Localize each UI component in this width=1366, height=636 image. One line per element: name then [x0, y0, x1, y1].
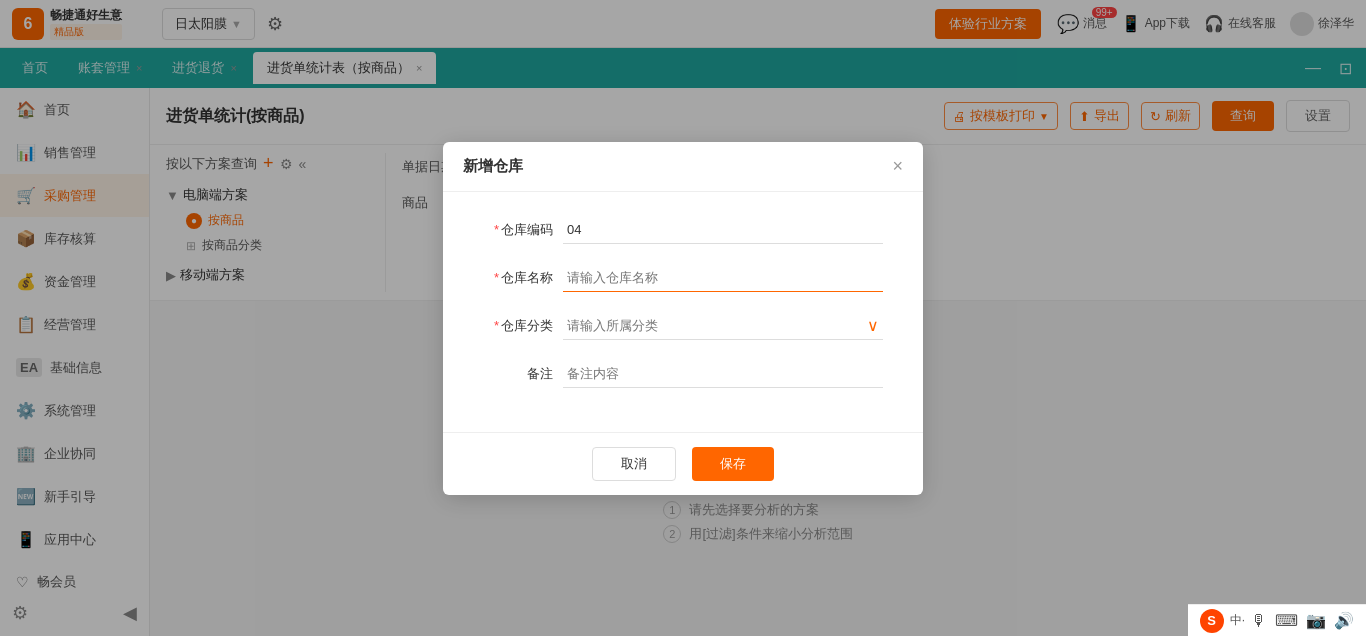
s-bar-keyboard-icon[interactable]: ⌨ — [1275, 611, 1298, 630]
form-row-note: 备注 — [483, 360, 883, 388]
form-code-label: *仓库编码 — [483, 221, 553, 239]
modal-title: 新增仓库 — [463, 157, 523, 176]
required-star-category: * — [494, 318, 499, 333]
form-note-input[interactable] — [563, 360, 883, 388]
form-category-input[interactable] — [567, 318, 867, 333]
save-btn[interactable]: 保存 — [692, 447, 774, 481]
s-logo-bar: S 中· 🎙 ⌨ 📷 🔊 — [1188, 604, 1366, 636]
s-bar-mic-icon[interactable]: 🎙 — [1251, 612, 1267, 630]
s-bar-camera-icon[interactable]: 📷 — [1306, 611, 1326, 630]
required-star-code: * — [494, 222, 499, 237]
s-bar-icons: 🎙 ⌨ 📷 🔊 — [1251, 611, 1354, 630]
modal-header: 新增仓库 × — [443, 142, 923, 192]
form-row-code: *仓库编码 — [483, 216, 883, 244]
form-category-select-wrapper[interactable]: ∨ — [563, 312, 883, 340]
form-name-label: *仓库名称 — [483, 269, 553, 287]
form-category-label: *仓库分类 — [483, 317, 553, 335]
form-name-input[interactable] — [563, 264, 883, 292]
form-note-label: 备注 — [483, 365, 553, 383]
cancel-btn[interactable]: 取消 — [592, 447, 676, 481]
form-row-name: *仓库名称 — [483, 264, 883, 292]
form-row-category: *仓库分类 ∨ — [483, 312, 883, 340]
s-bar-chinese-label: 中· — [1230, 612, 1245, 629]
modal-close-btn[interactable]: × — [892, 156, 903, 177]
modal-body: *仓库编码 *仓库名称 *仓库分类 ∨ 备注 — [443, 192, 923, 432]
s-logo-icon: S — [1200, 609, 1224, 633]
form-code-input[interactable] — [563, 216, 883, 244]
new-warehouse-modal: 新增仓库 × *仓库编码 *仓库名称 *仓库分类 — [443, 142, 923, 495]
s-bar-speaker-icon[interactable]: 🔊 — [1334, 611, 1354, 630]
modal-footer: 取消 保存 — [443, 432, 923, 495]
required-star-name: * — [494, 270, 499, 285]
form-category-arrow-icon: ∨ — [867, 316, 879, 335]
modal-overlay: 新增仓库 × *仓库编码 *仓库名称 *仓库分类 — [0, 0, 1366, 636]
